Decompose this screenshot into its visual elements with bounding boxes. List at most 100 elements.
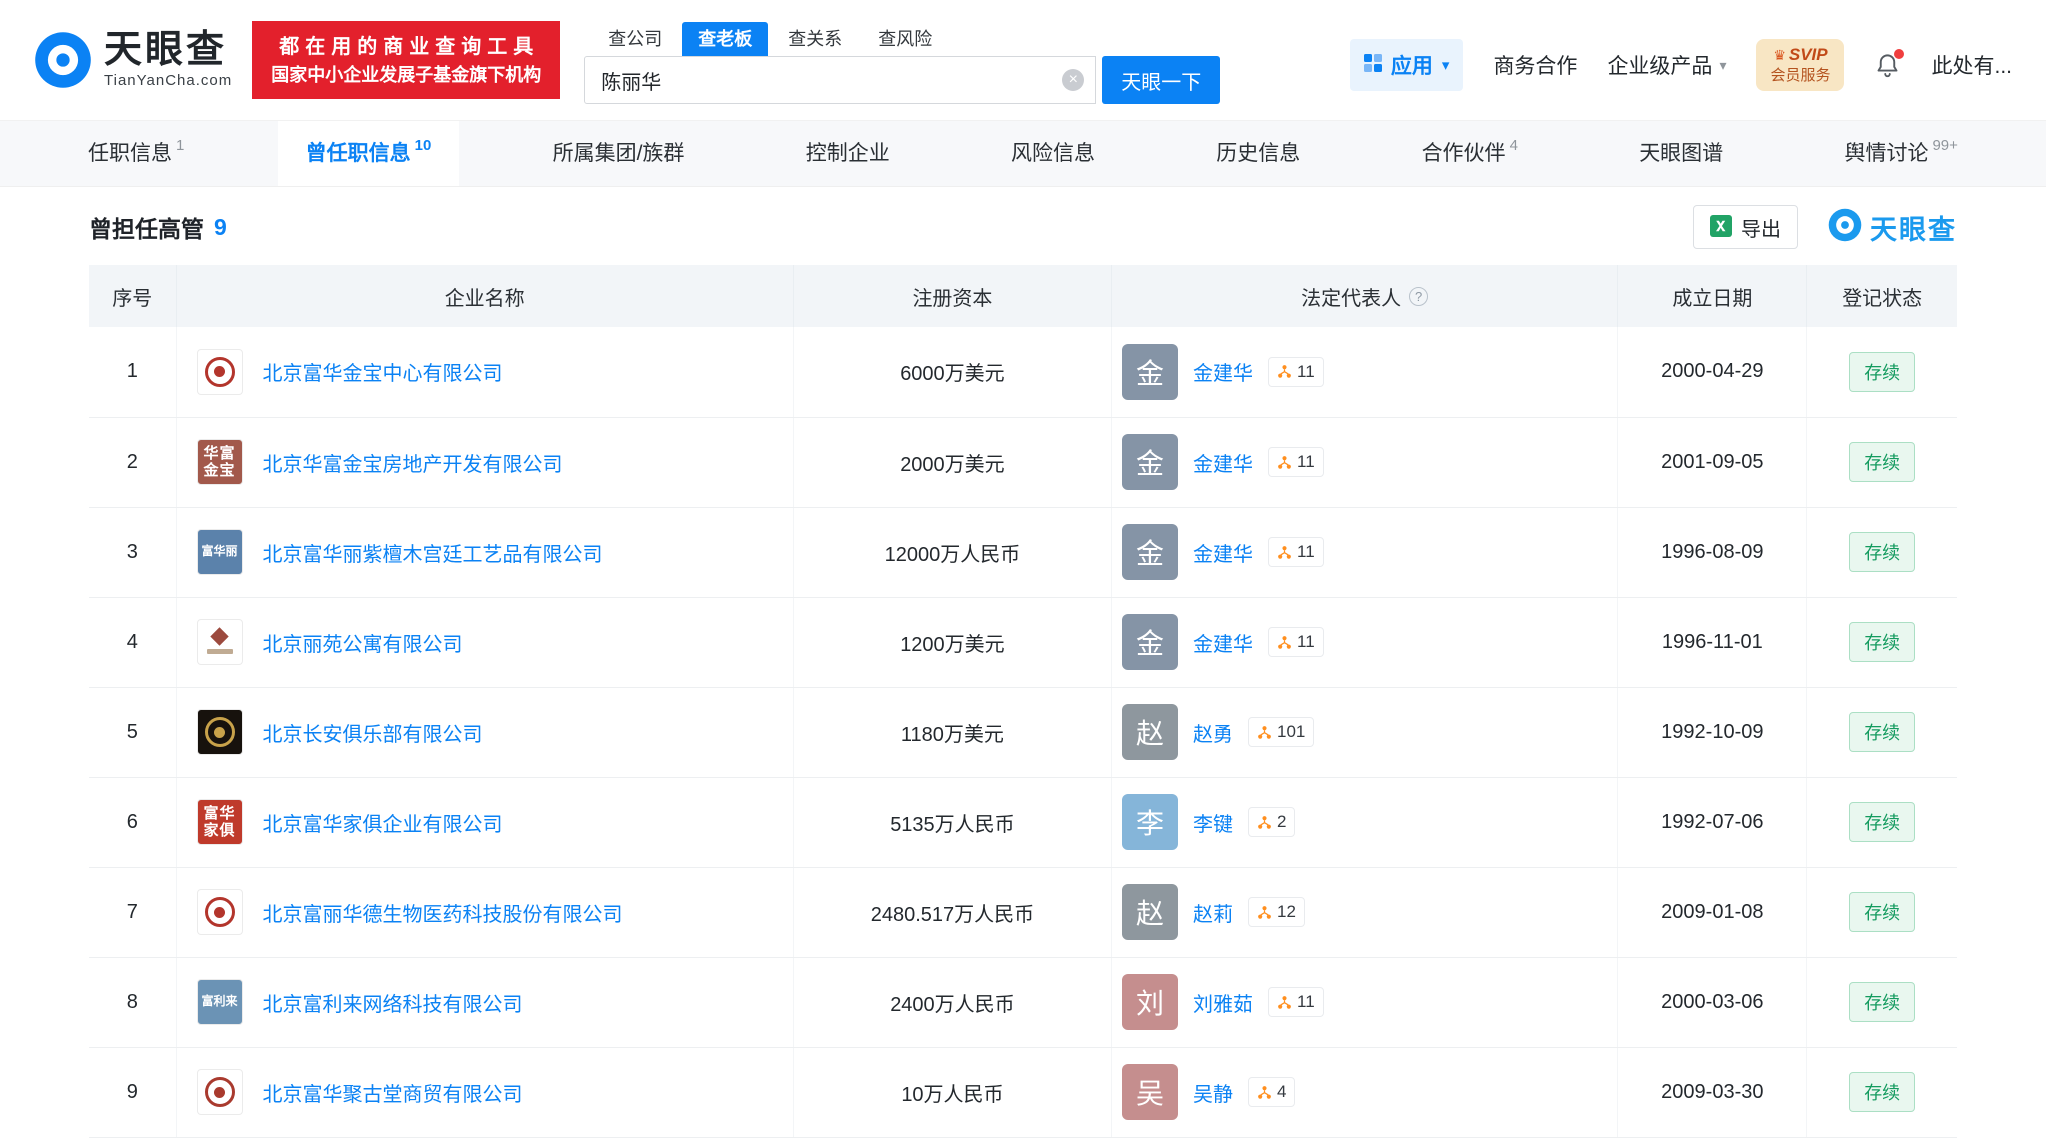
legal-rep-avatar[interactable]: 李 (1122, 794, 1178, 850)
row-index: 1 (89, 327, 176, 417)
company-logo[interactable] (197, 619, 243, 665)
page-tab[interactable]: 合作伙伴 4 (1394, 121, 1546, 186)
row-index: 2 (89, 417, 176, 507)
related-companies-badge[interactable]: 11 (1268, 987, 1324, 1017)
related-companies-badge[interactable]: 101 (1248, 717, 1314, 747)
company-name-link[interactable]: 北京富华家俱企业有限公司 (263, 808, 503, 837)
related-companies-count: 101 (1277, 722, 1305, 742)
table-header-row: 序号 企业名称 注册资本 法定代表人 ? 成立日期 登记状态 (89, 265, 1957, 327)
legal-rep-avatar[interactable]: 金 (1122, 614, 1178, 670)
related-companies-badge[interactable]: 2 (1248, 807, 1295, 837)
related-companies-badge[interactable]: 11 (1268, 537, 1324, 567)
legal-rep-link[interactable]: 金建华 (1193, 357, 1253, 386)
related-companies-badge[interactable]: 11 (1268, 627, 1324, 657)
status-badge: 存续 (1849, 982, 1915, 1022)
company-name-link[interactable]: 北京华富金宝房地产开发有限公司 (263, 448, 563, 477)
page-tab[interactable]: 任职信息 1 (60, 121, 212, 186)
related-companies-badge[interactable]: 11 (1268, 357, 1324, 387)
search-button[interactable]: 天眼一下 (1102, 56, 1220, 104)
help-icon[interactable]: ? (1409, 287, 1428, 306)
svip-member-button[interactable]: ♛ SVIP 会员服务 (1756, 39, 1844, 91)
page-tab[interactable]: 控制企业 (778, 121, 918, 186)
org-chart-icon (1277, 635, 1292, 650)
company-logo[interactable] (197, 889, 243, 935)
related-companies-badge[interactable]: 4 (1248, 1077, 1295, 1107)
org-chart-icon (1277, 995, 1292, 1010)
establish-date: 1996-11-01 (1618, 597, 1807, 687)
company-logo[interactable]: 富华丽 (197, 529, 243, 575)
export-button[interactable]: 导出 (1693, 205, 1798, 249)
promo-line1: 都在用的商业查询工具 (264, 32, 554, 62)
related-companies-count: 11 (1297, 992, 1315, 1012)
search-type-tabs: 查公司 查老板 查关系 查风险 (584, 22, 1224, 56)
page-tab[interactable]: 舆情讨论 99+ (1816, 121, 1985, 186)
company-name-link[interactable]: 北京长安俱乐部有限公司 (263, 718, 483, 747)
section-count: 9 (214, 214, 227, 241)
legal-rep-link[interactable]: 赵莉 (1193, 898, 1233, 927)
company-name-link[interactable]: 北京富华聚古堂商贸有限公司 (263, 1078, 523, 1107)
company-name-link[interactable]: 北京富利来网络科技有限公司 (263, 988, 523, 1017)
page-tab[interactable]: 历史信息 (1188, 121, 1328, 186)
user-account-entry[interactable]: 此处有... (1931, 50, 2012, 80)
tianyancha-watermark-text: 天眼查 (1870, 208, 1957, 247)
search-type-tab[interactable]: 查老板 (682, 22, 768, 56)
search-type-tab[interactable]: 查关系 (772, 22, 858, 56)
legal-rep-link[interactable]: 刘雅茹 (1193, 988, 1253, 1017)
page-tab[interactable]: 天眼图谱 (1611, 121, 1751, 186)
legal-rep-avatar[interactable]: 金 (1122, 344, 1178, 400)
table-row: 9 北京富华聚古堂商贸有限公司 10万人民币 吴 吴静 (89, 1047, 1957, 1137)
row-index: 5 (89, 687, 176, 777)
header-company: 企业名称 (176, 265, 793, 327)
notifications-button[interactable] (1874, 52, 1901, 79)
company-name-link[interactable]: 北京富华丽紫檀木宫廷工艺品有限公司 (263, 538, 603, 567)
registered-capital: 2000万美元 (793, 417, 1111, 507)
legal-rep-avatar[interactable]: 金 (1122, 524, 1178, 580)
tianyancha-logo[interactable]: 天眼查 TianYanCha.com (34, 31, 232, 90)
legal-rep-link[interactable]: 金建华 (1193, 448, 1253, 477)
legal-rep-link[interactable]: 吴静 (1193, 1078, 1233, 1107)
legal-rep-link[interactable]: 金建华 (1193, 628, 1253, 657)
svip-title: SVIP (1789, 45, 1828, 65)
company-logo[interactable] (197, 349, 243, 395)
apps-menu[interactable]: 应用 ▾ (1350, 39, 1464, 91)
search-type-tab[interactable]: 查风险 (862, 22, 948, 56)
apps-label: 应用 (1391, 50, 1433, 80)
legal-rep-avatar[interactable]: 赵 (1122, 884, 1178, 940)
legal-rep-avatar[interactable]: 吴 (1122, 1064, 1178, 1120)
legal-rep-avatar[interactable]: 刘 (1122, 974, 1178, 1030)
header-legal-rep: 法定代表人 ? (1112, 265, 1618, 327)
legal-rep-avatar[interactable]: 金 (1122, 434, 1178, 490)
legal-rep-link[interactable]: 赵勇 (1193, 718, 1233, 747)
company-logo[interactable] (197, 1069, 243, 1115)
search-input[interactable] (584, 56, 1096, 104)
registered-capital: 10万人民币 (793, 1047, 1111, 1137)
legal-rep-avatar[interactable]: 赵 (1122, 704, 1178, 760)
company-logo[interactable] (197, 709, 243, 755)
page-tab[interactable]: 风险信息 (983, 121, 1123, 186)
status-badge: 存续 (1849, 532, 1915, 572)
table-row: 6 富华家俱 北京富华家俱企业有限公司 5135万人民币 李 李键 (89, 777, 1957, 867)
page-tab[interactable]: 曾任职信息 10 (278, 121, 460, 186)
related-companies-count: 11 (1297, 542, 1315, 562)
top-header: 天眼查 TianYanCha.com 都在用的商业查询工具 国家中小企业发展子基… (0, 0, 2046, 120)
related-companies-badge[interactable]: 11 (1268, 447, 1324, 477)
org-chart-icon (1257, 1085, 1272, 1100)
enterprise-products-menu[interactable]: 企业级产品 ▾ (1607, 50, 1726, 80)
page-tab[interactable]: 所属集团/族群 (525, 121, 713, 186)
status-badge: 存续 (1849, 712, 1915, 752)
company-logo[interactable]: 富华家俱 (197, 799, 243, 845)
search-type-tab[interactable]: 查公司 (592, 22, 678, 56)
company-name-link[interactable]: 北京富丽华德生物医药科技股份有限公司 (263, 898, 623, 927)
company-logo[interactable]: 富利来 (197, 979, 243, 1025)
company-name-link[interactable]: 北京富华金宝中心有限公司 (263, 357, 503, 386)
legal-rep-link[interactable]: 李键 (1193, 808, 1233, 837)
org-chart-icon (1277, 545, 1292, 560)
business-cooperation-link[interactable]: 商务合作 (1493, 50, 1577, 80)
table-body: 1 北京富华金宝中心有限公司 6000万美元 金 金建华 (89, 327, 1957, 1137)
legal-rep-link[interactable]: 金建华 (1193, 538, 1253, 567)
company-name-link[interactable]: 北京丽苑公寓有限公司 (263, 628, 463, 657)
related-companies-badge[interactable]: 12 (1248, 897, 1305, 927)
chevron-down-icon: ▾ (1719, 57, 1726, 74)
company-logo[interactable]: 华富金宝 (197, 439, 243, 485)
row-index: 8 (89, 957, 176, 1047)
